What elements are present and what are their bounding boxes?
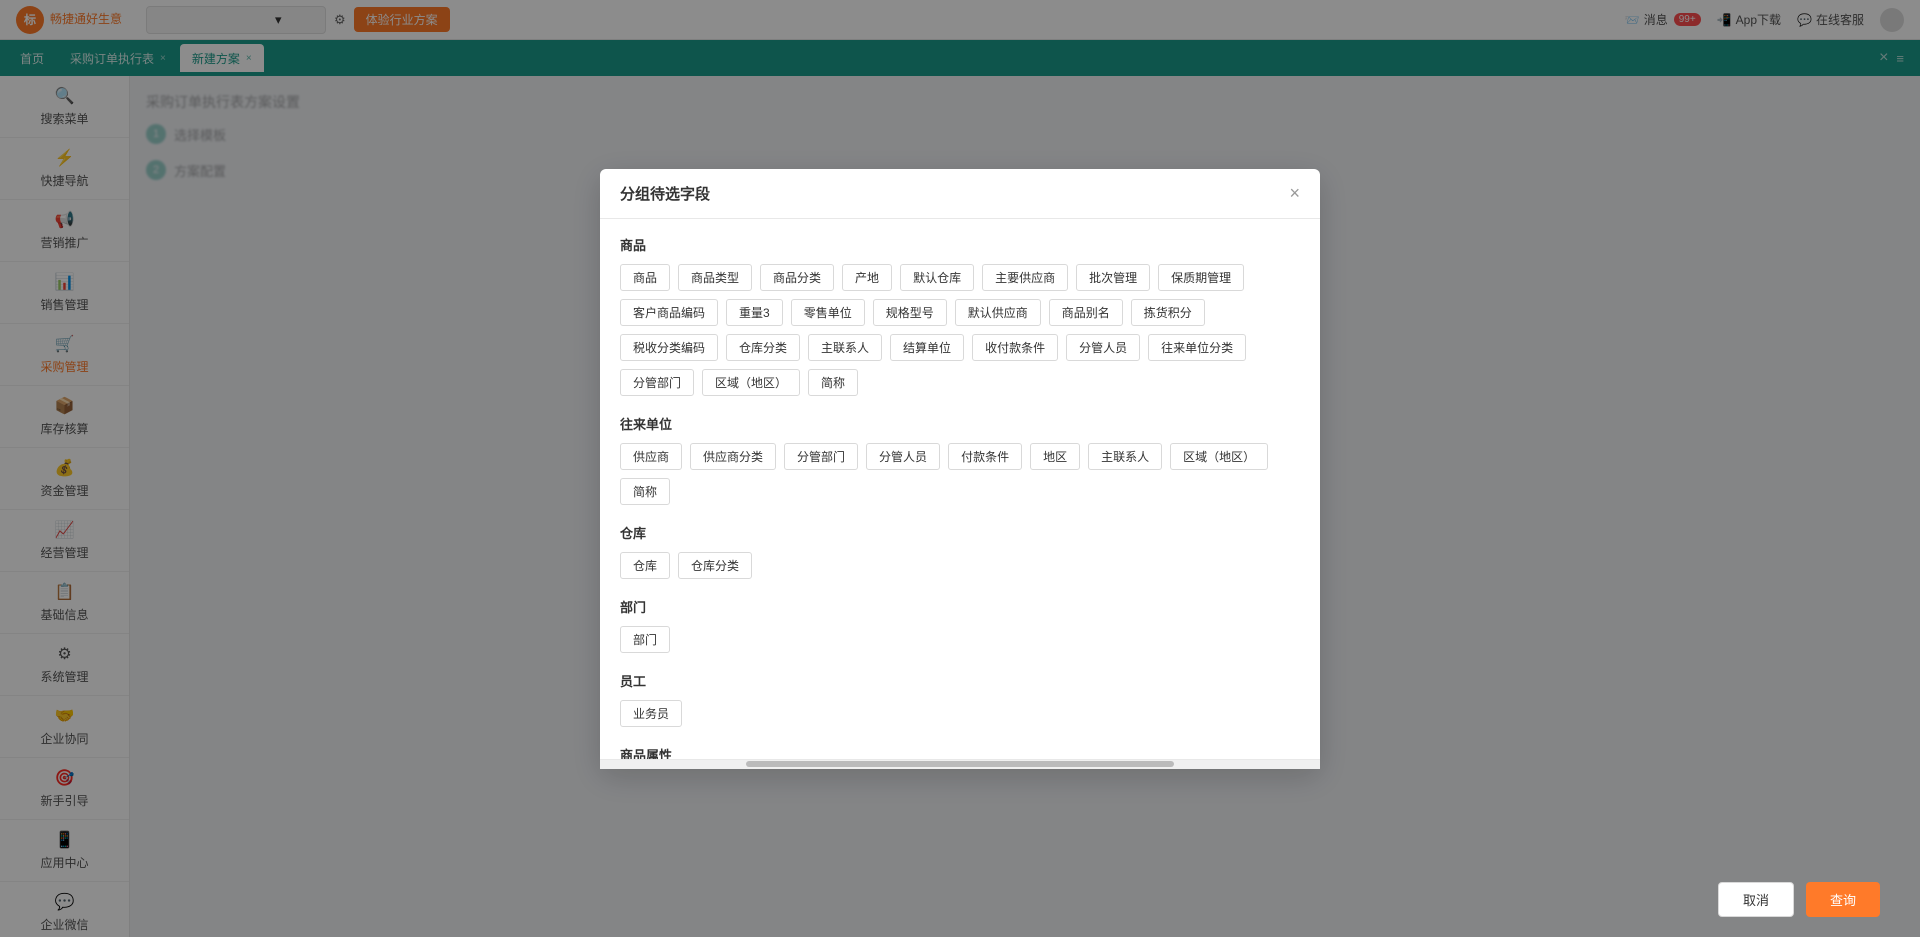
field-tag[interactable]: 产地 — [842, 264, 892, 291]
field-tag[interactable]: 简称 — [808, 369, 858, 396]
field-tag[interactable]: 付款条件 — [948, 443, 1022, 470]
field-tag[interactable]: 分管部门 — [784, 443, 858, 470]
section-warehouse: 仓库 仓库 仓库分类 — [620, 523, 1300, 579]
field-tag[interactable]: 拣货积分 — [1131, 299, 1205, 326]
field-tags-department: 部门 — [620, 626, 1300, 653]
field-tag[interactable]: 规格型号 — [873, 299, 947, 326]
field-tag[interactable]: 零售单位 — [791, 299, 865, 326]
modal-header: 分组待选字段 × — [600, 169, 1320, 219]
modal-body: 商品 商品 商品类型 商品分类 产地 默认仓库 主要供应商 批次管理 保质期管理… — [600, 219, 1320, 759]
field-tag[interactable]: 默认仓库 — [900, 264, 974, 291]
field-tag[interactable]: 简称 — [620, 478, 670, 505]
field-tags-partner: 供应商 供应商分类 分管部门 分管人员 付款条件 地区 主联系人 区域（地区） … — [620, 443, 1300, 505]
field-tag[interactable]: 商品分类 — [760, 264, 834, 291]
field-tag[interactable]: 商品 — [620, 264, 670, 291]
section-product-attr: 商品属性 属性 颜色 多规格 尺码 鞋码 1 — [620, 745, 1300, 759]
footer-buttons: 取消 查询 — [1718, 882, 1880, 917]
section-partner: 往来单位 供应商 供应商分类 分管部门 分管人员 付款条件 地区 主联系人 区域… — [620, 414, 1300, 505]
field-tag[interactable]: 主联系人 — [808, 334, 882, 361]
section-department-title: 部门 — [620, 597, 1300, 616]
field-tag[interactable]: 分管部门 — [620, 369, 694, 396]
field-tag[interactable]: 仓库分类 — [678, 552, 752, 579]
section-partner-title: 往来单位 — [620, 414, 1300, 433]
modal-overlay: 分组待选字段 × 商品 商品 商品类型 商品分类 产地 默认仓库 主要供应商 批… — [0, 0, 1920, 937]
field-tag[interactable]: 往来单位分类 — [1148, 334, 1246, 361]
field-tag[interactable]: 收付款条件 — [972, 334, 1058, 361]
field-tag[interactable]: 默认供应商 — [955, 299, 1041, 326]
field-tags-goods: 商品 商品类型 商品分类 产地 默认仓库 主要供应商 批次管理 保质期管理 客户… — [620, 264, 1300, 396]
field-tag[interactable]: 保质期管理 — [1158, 264, 1244, 291]
modal: 分组待选字段 × 商品 商品 商品类型 商品分类 产地 默认仓库 主要供应商 批… — [600, 169, 1320, 769]
section-department: 部门 部门 — [620, 597, 1300, 653]
field-tag[interactable]: 税收分类编码 — [620, 334, 718, 361]
field-tag[interactable]: 客户商品编码 — [620, 299, 718, 326]
field-tag[interactable]: 主要供应商 — [982, 264, 1068, 291]
field-tag[interactable]: 仓库 — [620, 552, 670, 579]
field-tag[interactable]: 仓库分类 — [726, 334, 800, 361]
field-tag[interactable]: 批次管理 — [1076, 264, 1150, 291]
field-tag[interactable]: 供应商 — [620, 443, 682, 470]
field-tag[interactable]: 结算单位 — [890, 334, 964, 361]
section-employee-title: 员工 — [620, 671, 1300, 690]
field-tag[interactable]: 部门 — [620, 626, 670, 653]
field-tag[interactable]: 地区 — [1030, 443, 1080, 470]
field-tags-warehouse: 仓库 仓库分类 — [620, 552, 1300, 579]
section-goods: 商品 商品 商品类型 商品分类 产地 默认仓库 主要供应商 批次管理 保质期管理… — [620, 235, 1300, 396]
field-tag[interactable]: 区域（地区） — [1170, 443, 1268, 470]
section-product-attr-title: 商品属性 — [620, 745, 1300, 759]
field-tag[interactable]: 供应商分类 — [690, 443, 776, 470]
field-tag[interactable]: 主联系人 — [1088, 443, 1162, 470]
cancel-button[interactable]: 取消 — [1718, 882, 1794, 917]
section-employee: 员工 业务员 — [620, 671, 1300, 727]
section-warehouse-title: 仓库 — [620, 523, 1300, 542]
field-tag[interactable]: 分管人员 — [1066, 334, 1140, 361]
field-tag[interactable]: 区域（地区） — [702, 369, 800, 396]
modal-close-btn[interactable]: × — [1289, 184, 1300, 202]
field-tags-employee: 业务员 — [620, 700, 1300, 727]
modal-title: 分组待选字段 — [620, 183, 710, 204]
modal-hscroll[interactable] — [600, 759, 1320, 769]
section-goods-title: 商品 — [620, 235, 1300, 254]
field-tag[interactable]: 商品类型 — [678, 264, 752, 291]
field-tag[interactable]: 分管人员 — [866, 443, 940, 470]
field-tag[interactable]: 商品别名 — [1049, 299, 1123, 326]
field-tag[interactable]: 业务员 — [620, 700, 682, 727]
confirm-button[interactable]: 查询 — [1806, 882, 1880, 917]
field-tag[interactable]: 重量3 — [726, 299, 783, 326]
